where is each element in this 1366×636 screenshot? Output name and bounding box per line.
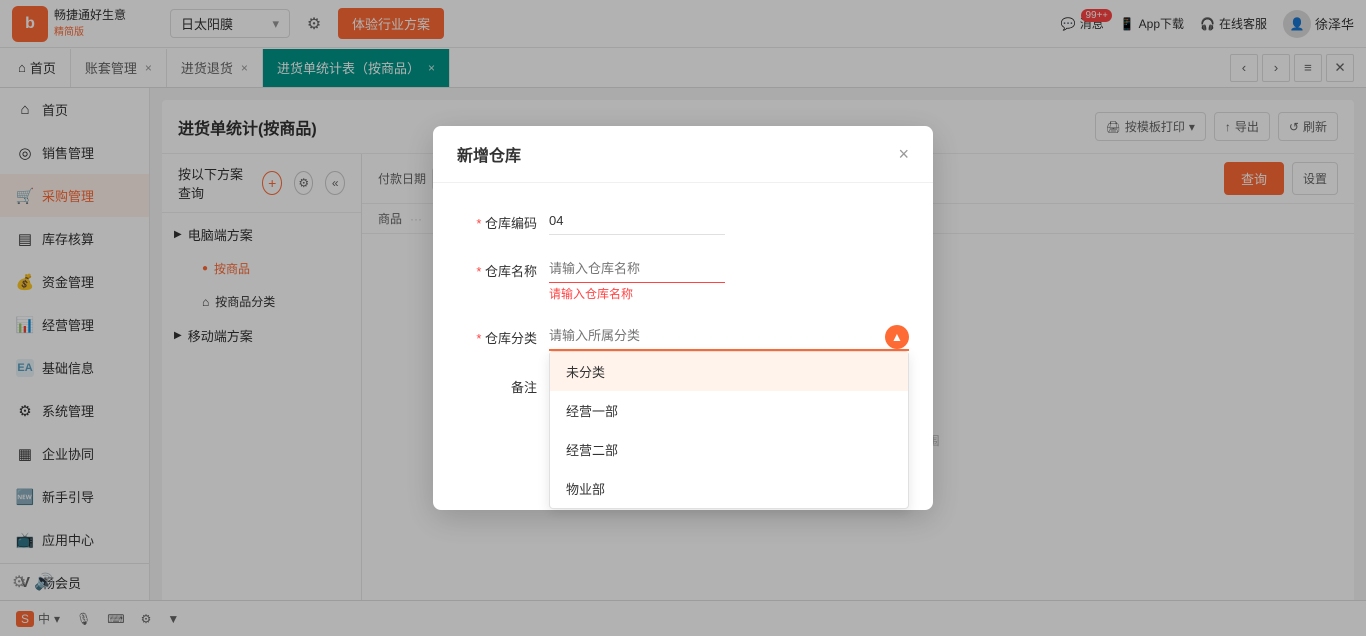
new-warehouse-modal: 新增仓库 × 仓库编码 仓库名称 请输入仓库名称 仓库分类 ▲ (433, 126, 933, 510)
dropdown-item-uncategorized[interactable]: 未分类 (550, 352, 908, 391)
name-field-row: 仓库名称 请输入仓库名称 (457, 255, 909, 302)
modal-header: 新增仓库 × (433, 126, 933, 183)
name-field-wrap: 请输入仓库名称 (549, 255, 909, 302)
modal-title: 新增仓库 (457, 142, 521, 166)
dropdown-item-ops1[interactable]: 经营一部 (550, 391, 908, 430)
category-field-row: 仓库分类 ▲ 未分类 经营一部 经营二部 物业部 (457, 322, 909, 351)
category-dropdown: 未分类 经营一部 经营二部 物业部 (549, 351, 909, 509)
modal-close-button[interactable]: × (898, 144, 909, 165)
category-input-wrap: ▲ 未分类 经营一部 经营二部 物业部 (549, 322, 909, 351)
category-label: 仓库分类 (457, 322, 537, 347)
name-label: 仓库名称 (457, 255, 537, 280)
code-field-wrap (549, 207, 909, 235)
dropdown-item-ops2[interactable]: 经营二部 (550, 430, 908, 469)
category-input[interactable] (549, 322, 909, 351)
modal-body: 仓库编码 仓库名称 请输入仓库名称 仓库分类 ▲ 未分类 经营一部 (433, 183, 933, 443)
code-label: 仓库编码 (457, 207, 537, 232)
note-label: 备注 (457, 371, 537, 396)
code-field-row: 仓库编码 (457, 207, 909, 235)
code-input[interactable] (549, 207, 725, 235)
name-error-message: 请输入仓库名称 (549, 285, 909, 302)
dropdown-item-property[interactable]: 物业部 (550, 469, 908, 508)
name-input[interactable] (549, 255, 725, 283)
category-dropdown-arrow[interactable]: ▲ (885, 325, 909, 349)
